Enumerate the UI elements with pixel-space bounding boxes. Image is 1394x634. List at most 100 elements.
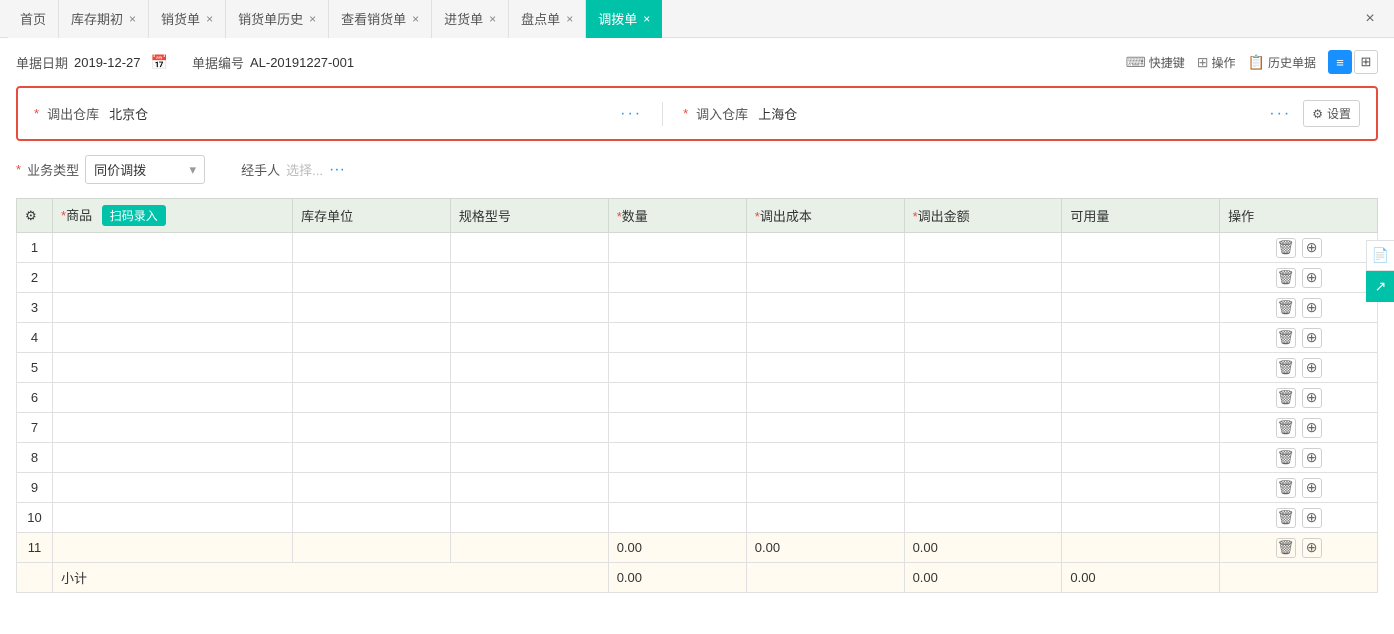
person-more[interactable]: ··· [329,161,345,179]
cell-cost[interactable] [746,443,904,473]
col-header-gear[interactable]: ⚙ [17,199,53,233]
cell-amount[interactable] [904,233,1062,263]
copy-icon[interactable]: ⊕ [1302,478,1322,498]
cell-cost[interactable] [746,413,904,443]
copy-icon[interactable]: ⊕ [1302,388,1322,408]
cell-spec[interactable] [450,323,608,353]
tab-home[interactable]: 首页 [8,0,59,38]
cell-amount[interactable] [904,263,1062,293]
cell-unit[interactable] [293,443,451,473]
cell-spec[interactable] [450,473,608,503]
cell-cost[interactable] [746,383,904,413]
copy-icon[interactable]: ⊕ [1302,298,1322,318]
calendar-icon[interactable]: 📅 [151,54,168,71]
cell-unit[interactable] [293,473,451,503]
close-tab-stocktake[interactable]: × [566,12,573,26]
right-float-doc-btn[interactable]: 📄 [1366,240,1394,271]
layout-grid-icon[interactable]: ⊞ [1354,50,1378,74]
shortcut-btn[interactable]: ⌨ 快捷键 [1126,54,1185,71]
copy-icon[interactable]: ⊕ [1302,358,1322,378]
biz-type-select[interactable]: 同价调拨 ▾ [85,155,205,184]
tab-sales[interactable]: 销货单 × [149,0,226,38]
operation-btn[interactable]: ⊞ 操作 [1197,54,1236,71]
close-tab-sales[interactable]: × [206,12,213,26]
delete-icon[interactable]: 🗑 [1276,538,1296,558]
cell-spec[interactable] [450,263,608,293]
right-float-expand-btn[interactable]: ↗ [1366,271,1394,302]
close-tab-transfer[interactable]: × [643,12,650,26]
cell-amount[interactable] [904,473,1062,503]
person-placeholder[interactable]: 选择... [286,160,323,179]
close-tab-view-sales[interactable]: × [412,12,419,26]
cell-spec[interactable] [450,383,608,413]
tab-stocktake[interactable]: 盘点单 × [509,0,586,38]
cell-amount[interactable] [904,443,1062,473]
cell-unit[interactable] [293,233,451,263]
history-btn[interactable]: 📋 历史单据 [1248,54,1316,71]
cell-amount[interactable] [904,353,1062,383]
cell-spec[interactable] [450,443,608,473]
delete-icon[interactable]: 🗑 [1276,328,1296,348]
cell-amount[interactable] [904,323,1062,353]
cell-qty[interactable] [608,383,746,413]
delete-icon[interactable]: 🗑 [1276,238,1296,258]
cell-product[interactable] [53,503,293,533]
cell-spec[interactable] [450,503,608,533]
cell-cost[interactable] [746,323,904,353]
delete-icon[interactable]: 🗑 [1276,268,1296,288]
cell-unit[interactable] [293,413,451,443]
cell-amount[interactable] [904,293,1062,323]
close-tab-inventory-init[interactable]: × [129,12,136,26]
cell-product[interactable] [53,473,293,503]
cell-cost[interactable] [746,503,904,533]
cell-qty[interactable] [608,413,746,443]
cell-product[interactable] [53,263,293,293]
cell-cost[interactable] [746,353,904,383]
cell-amount[interactable] [904,413,1062,443]
cell-spec[interactable] [450,413,608,443]
cell-unit[interactable] [293,293,451,323]
tab-purchase[interactable]: 进货单 × [432,0,509,38]
delete-icon[interactable]: 🗑 [1276,358,1296,378]
cell-product[interactable] [53,293,293,323]
cell-qty[interactable] [608,263,746,293]
close-tab-purchase[interactable]: × [489,12,496,26]
tab-transfer[interactable]: 调拨单 × [586,0,662,38]
cell-cost[interactable] [746,473,904,503]
cell-unit[interactable] [293,353,451,383]
cell-product[interactable] [53,353,293,383]
cell-unit[interactable] [293,263,451,293]
close-tab-sales-history[interactable]: × [309,12,316,26]
scan-enter-button[interactable]: 扫码录入 [102,205,166,226]
cell-qty[interactable] [608,503,746,533]
cell-qty[interactable] [608,293,746,323]
cell-unit[interactable] [293,503,451,533]
cell-product[interactable] [53,383,293,413]
delete-icon[interactable]: 🗑 [1276,478,1296,498]
cell-cost[interactable] [746,233,904,263]
delete-icon[interactable]: 🗑 [1276,388,1296,408]
cell-qty[interactable] [608,233,746,263]
tab-inventory-init[interactable]: 库存期初 × [59,0,149,38]
cell-amount[interactable] [904,503,1062,533]
cell-spec[interactable] [450,353,608,383]
copy-icon[interactable]: ⊕ [1302,448,1322,468]
cell-qty[interactable] [608,473,746,503]
copy-icon[interactable]: ⊕ [1302,538,1322,558]
cell-product[interactable] [53,233,293,263]
copy-icon[interactable]: ⊕ [1302,508,1322,528]
tab-sales-history[interactable]: 销货单历史 × [226,0,329,38]
cell-product[interactable] [53,323,293,353]
delete-icon[interactable]: 🗑 [1276,508,1296,528]
cell-spec[interactable] [450,233,608,263]
close-all-tabs[interactable]: × [1354,3,1386,35]
copy-icon[interactable]: ⊕ [1302,418,1322,438]
warehouse-in-value[interactable]: 上海仓 [758,104,797,123]
cell-cost[interactable] [746,263,904,293]
cell-qty[interactable] [608,323,746,353]
warehouse-out-more[interactable]: ··· [620,105,642,123]
delete-icon[interactable]: 🗑 [1276,298,1296,318]
cell-spec[interactable] [450,293,608,323]
cell-unit[interactable] [293,383,451,413]
cell-qty[interactable] [608,353,746,383]
